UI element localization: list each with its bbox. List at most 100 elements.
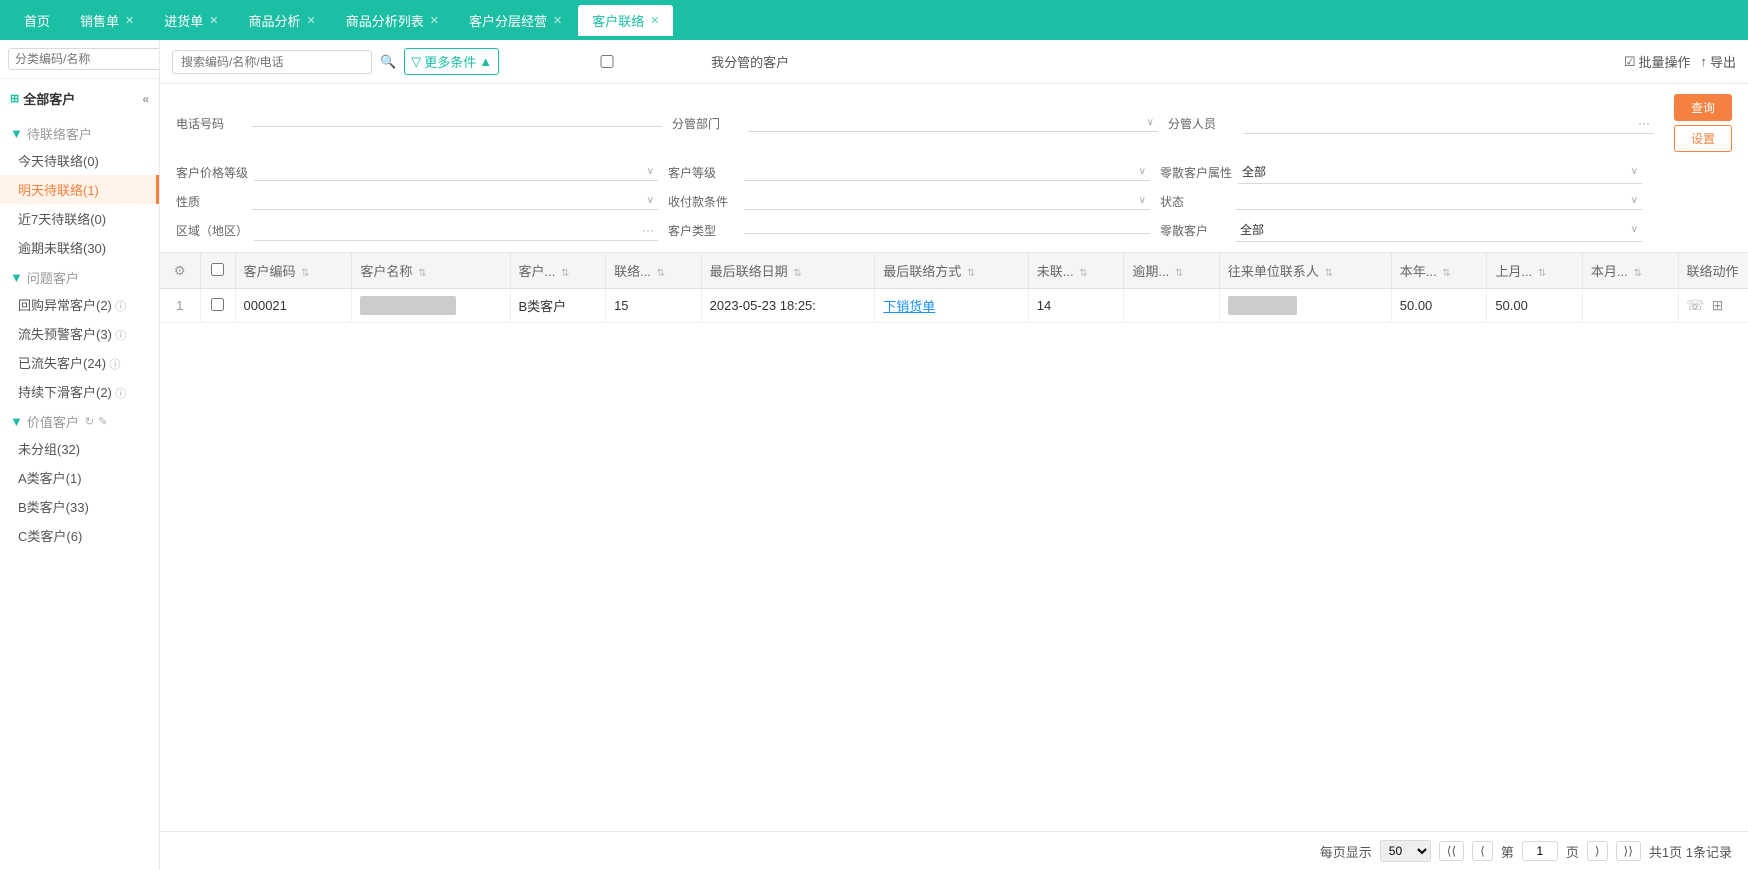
- sort-icon-type[interactable]: ⇅: [561, 268, 569, 279]
- region-wrap[interactable]: ···: [254, 220, 658, 241]
- customer-level-wrap[interactable]: ∨: [744, 163, 1150, 181]
- nav-item-customer-contact[interactable]: 客户联络 ✕: [578, 5, 673, 36]
- search-icon[interactable]: 🔍: [380, 54, 396, 70]
- triangle-icon-problem: ▼: [10, 270, 23, 285]
- info-icon-repurchase: ⓘ: [115, 301, 126, 313]
- nav-close-customer-tier[interactable]: ✕: [553, 14, 562, 27]
- sort-icon-last-method[interactable]: ⇅: [967, 268, 975, 279]
- row-last-method[interactable]: 下销货单: [875, 289, 1029, 323]
- status-wrap[interactable]: ∨: [1236, 192, 1642, 210]
- col-check[interactable]: [200, 253, 235, 289]
- search-input[interactable]: [172, 50, 372, 74]
- phone-action-icon[interactable]: ☏: [1687, 297, 1705, 313]
- last-page-btn[interactable]: ⟩⟩: [1616, 841, 1641, 861]
- nav-close-analysis-list[interactable]: ✕: [430, 14, 439, 27]
- row-contact-person: ████: [1219, 289, 1391, 323]
- sidebar-group-value-label[interactable]: ▼ 价值客户 ↻ ✎: [0, 406, 159, 434]
- select-all-checkbox[interactable]: [211, 263, 224, 276]
- sidebar-item-class-c[interactable]: C类客户(6): [0, 521, 159, 550]
- sort-icon-contact-person[interactable]: ⇅: [1325, 268, 1333, 279]
- first-page-btn[interactable]: ⟨⟨: [1439, 841, 1464, 861]
- page-unit-label: 页: [1566, 842, 1579, 861]
- filter-row-2: 客户价格等级 ∨ 客户等级 ∨ 零散客户属性 全部: [176, 160, 1732, 184]
- setting-button[interactable]: 设置: [1674, 125, 1732, 152]
- my-customers-checkbox[interactable]: 我分管的客户: [507, 52, 789, 71]
- sort-icon-this-month[interactable]: ⇅: [1633, 268, 1641, 279]
- row-checkbox[interactable]: [211, 298, 224, 311]
- sidebar-item-7days[interactable]: 近7天待联络(0): [0, 204, 159, 233]
- export-btn[interactable]: ↑ 导出: [1700, 52, 1736, 71]
- my-customers-check[interactable]: [507, 55, 707, 68]
- nav-item-sales[interactable]: 销售单 ✕: [66, 5, 148, 36]
- sort-icon-contact[interactable]: ⇅: [657, 268, 665, 279]
- sort-icon-last-date[interactable]: ⇅: [793, 268, 801, 279]
- sort-icon-name[interactable]: ⇅: [418, 268, 426, 279]
- last-method-link[interactable]: 下销货单: [883, 299, 935, 314]
- sidebar-item-repurchase-abnormal[interactable]: 回购异常客户(2) ⓘ: [0, 290, 159, 319]
- edit-icon-value[interactable]: ✎: [98, 415, 107, 428]
- nav-item-purchase[interactable]: 进货单 ✕: [150, 5, 232, 36]
- nav-item-customer-tier[interactable]: 客户分层经营 ✕: [455, 5, 576, 36]
- sort-icon-this-year[interactable]: ⇅: [1442, 268, 1450, 279]
- payment-wrap[interactable]: ∨: [744, 192, 1150, 210]
- grid-icon: ⊞: [10, 92, 19, 105]
- retail-attr-wrap[interactable]: 全部 ∨: [1238, 160, 1642, 184]
- sidebar-item-churned[interactable]: 已流失客户(24) ⓘ: [0, 348, 159, 377]
- sort-icon-code[interactable]: ⇅: [301, 268, 309, 279]
- nav-item-analysis-list[interactable]: 商品分析列表 ✕: [332, 5, 453, 36]
- advanced-filter-panel: 电话号码 分管部门 ∨ 分管人员 ···: [160, 84, 1748, 253]
- nav-close-sales[interactable]: ✕: [125, 14, 134, 27]
- sidebar-item-class-b[interactable]: B类客户(33): [0, 492, 159, 521]
- all-customers-header[interactable]: ⊞ 全部客户 «: [0, 83, 159, 114]
- sidebar-item-tomorrow[interactable]: 明天待联络(1): [0, 175, 159, 204]
- col-gear[interactable]: ⚙: [160, 253, 200, 289]
- sidebar-item-class-a[interactable]: A类客户(1): [0, 463, 159, 492]
- gear-icon[interactable]: ⚙: [174, 263, 186, 278]
- row-checkbox-cell[interactable]: [200, 289, 235, 323]
- customer-price-wrap[interactable]: ∨: [254, 163, 658, 181]
- sidebar-item-declining[interactable]: 持续下滑客户(2) ⓘ: [0, 377, 159, 406]
- col-this-year: 本年... ⇅: [1391, 253, 1487, 289]
- status-label: 状态: [1160, 193, 1230, 210]
- row-overdue: [1124, 289, 1220, 323]
- sort-icon-last-month[interactable]: ⇅: [1538, 268, 1546, 279]
- nav-close-analysis[interactable]: ✕: [307, 14, 316, 27]
- customer-price-chevron: ∨: [647, 166, 654, 177]
- table-body: 1 000021 ██████ B类客户 15 2023-05-23 18:25…: [160, 289, 1748, 323]
- filter-person: 分管人员 ···: [1168, 113, 1654, 134]
- sidebar-item-today[interactable]: 今天待联络(0): [0, 146, 159, 175]
- sidebar-item-churn-warning[interactable]: 流失预警客户(3) ⓘ: [0, 319, 159, 348]
- sidebar-item-overdue[interactable]: 逾期未联络(30): [0, 233, 159, 262]
- person-dots: ···: [1638, 116, 1650, 130]
- current-page-input[interactable]: [1522, 841, 1558, 861]
- nav-item-home[interactable]: 首页: [10, 5, 64, 36]
- filter-payment: 收付款条件 ∨: [668, 192, 1150, 210]
- sidebar-group-pending-label[interactable]: ▼ 待联络客户: [0, 118, 159, 146]
- gender-wrap[interactable]: ∨: [252, 192, 658, 210]
- customer-type-wrap[interactable]: [744, 227, 1150, 234]
- next-page-btn[interactable]: ⟩: [1587, 841, 1608, 861]
- filter-customer-level: 客户等级 ∨: [668, 163, 1150, 181]
- phone-input-wrap[interactable]: [252, 120, 662, 127]
- page-size-select[interactable]: 50 100 200: [1380, 840, 1431, 862]
- sidebar-search-input[interactable]: [8, 48, 160, 70]
- col-last-date: 最后联络日期 ⇅: [701, 253, 875, 289]
- grid-action-icon[interactable]: ⊞: [1712, 297, 1724, 313]
- sidebar-group-problem-label[interactable]: ▼ 问题客户: [0, 262, 159, 290]
- batch-op-btn[interactable]: ☑ 批量操作: [1624, 52, 1691, 71]
- refresh-icon-value[interactable]: ↻: [85, 415, 94, 428]
- customer-level-label: 客户等级: [668, 164, 738, 181]
- retail-customer-wrap[interactable]: 全部 ∨: [1236, 218, 1642, 242]
- sidebar-item-ungrouped[interactable]: 未分组(32): [0, 434, 159, 463]
- more-conditions-btn[interactable]: ▽ 更多条件 ▲: [404, 48, 499, 75]
- prev-page-btn[interactable]: ⟨: [1472, 841, 1493, 861]
- sidebar-collapse-icon[interactable]: «: [142, 92, 149, 106]
- nav-item-analysis[interactable]: 商品分析 ✕: [234, 5, 329, 36]
- sort-icon-overdue[interactable]: ⇅: [1175, 268, 1183, 279]
- sort-icon-no-contact[interactable]: ⇅: [1079, 268, 1087, 279]
- person-select-wrap[interactable]: ···: [1244, 113, 1654, 134]
- nav-close-customer-contact[interactable]: ✕: [650, 14, 659, 27]
- dept-select-wrap[interactable]: ∨: [748, 114, 1158, 132]
- query-button[interactable]: 查询: [1674, 94, 1732, 121]
- nav-close-purchase[interactable]: ✕: [209, 14, 218, 27]
